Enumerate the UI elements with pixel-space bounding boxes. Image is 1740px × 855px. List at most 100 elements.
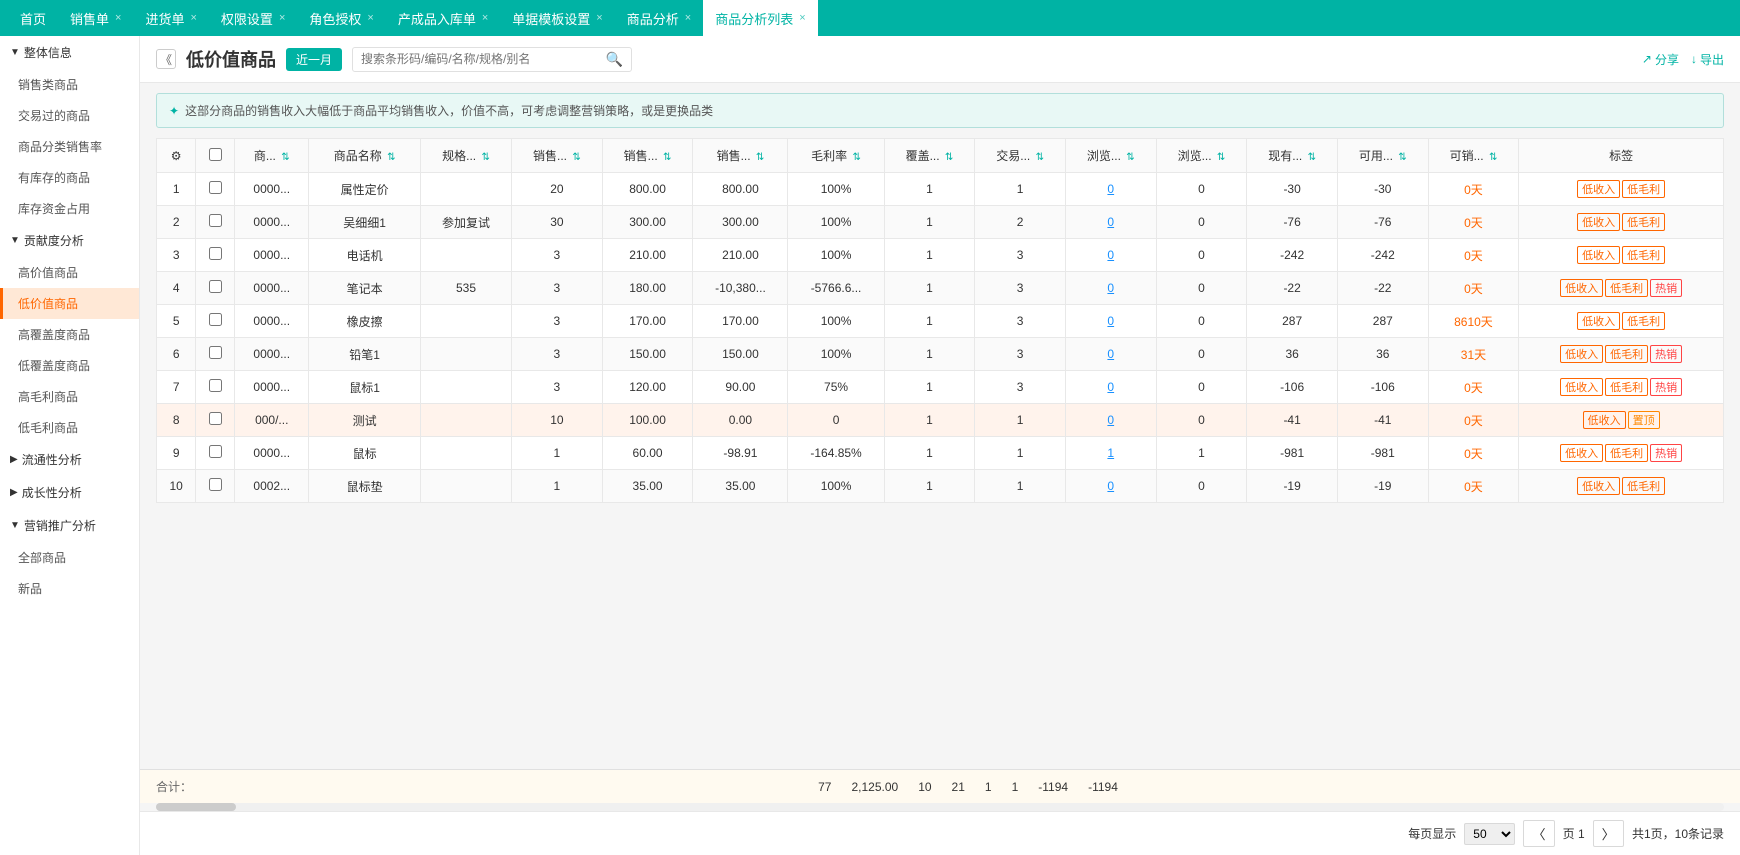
- col-settings[interactable]: ⚙: [157, 139, 196, 173]
- col-sales-amount[interactable]: 销售... ⇅: [693, 139, 788, 173]
- sidebar-section-成长性分析[interactable]: ▶成长性分析: [0, 476, 139, 509]
- col-margin[interactable]: 毛利率 ⇅: [788, 139, 884, 173]
- horizontal-scrollbar[interactable]: [156, 803, 1724, 811]
- view1-link[interactable]: 0: [1107, 314, 1114, 328]
- row-view1[interactable]: 0: [1065, 173, 1156, 206]
- nav-item-首页[interactable]: 首页: [8, 0, 58, 36]
- row-select-checkbox[interactable]: [209, 214, 222, 227]
- view1-link[interactable]: 0: [1107, 248, 1114, 262]
- row-select-checkbox[interactable]: [209, 346, 222, 359]
- col-sellable[interactable]: 可销... ⇅: [1428, 139, 1519, 173]
- row-select-checkbox[interactable]: [209, 379, 222, 392]
- sidebar-item-全部商品[interactable]: 全部商品: [0, 542, 139, 573]
- nav-item-商品分析[interactable]: 商品分析×: [615, 0, 703, 36]
- col-current[interactable]: 现有... ⇅: [1247, 139, 1338, 173]
- nav-item-销售单[interactable]: 销售单×: [58, 0, 133, 36]
- nav-close-icon[interactable]: ×: [115, 12, 121, 24]
- row-select-checkbox[interactable]: [209, 313, 222, 326]
- scrollbar-thumb[interactable]: [156, 803, 236, 811]
- nav-item-进货单[interactable]: 进货单×: [133, 0, 208, 36]
- nav-close-icon[interactable]: ×: [799, 12, 805, 24]
- col-spec[interactable]: 规格... ⇅: [420, 139, 511, 173]
- nav-close-icon[interactable]: ×: [279, 12, 285, 24]
- row-checkbox[interactable]: [196, 470, 235, 503]
- sidebar-item-低毛利商品[interactable]: 低毛利商品: [0, 412, 139, 443]
- sidebar-item-低价值商品[interactable]: 低价值商品: [0, 288, 139, 319]
- col-trade[interactable]: 交易... ⇅: [975, 139, 1066, 173]
- prev-page-button[interactable]: 〈: [1523, 820, 1554, 847]
- sidebar-item-有库存的商品[interactable]: 有库存的商品: [0, 162, 139, 193]
- nav-close-icon[interactable]: ×: [367, 12, 373, 24]
- view1-link[interactable]: 0: [1107, 413, 1114, 427]
- view1-link[interactable]: 1: [1107, 446, 1114, 460]
- sidebar-section-营销推广分析[interactable]: ▼营销推广分析: [0, 509, 139, 542]
- nav-close-icon[interactable]: ×: [685, 12, 691, 24]
- view1-link[interactable]: 0: [1107, 380, 1114, 394]
- row-view1[interactable]: 1: [1065, 437, 1156, 470]
- sidebar-section-整体信息[interactable]: ▼整体信息: [0, 36, 139, 69]
- nav-item-角色授权[interactable]: 角色授权×: [297, 0, 385, 36]
- nav-item-权限设置[interactable]: 权限设置×: [209, 0, 297, 36]
- row-view1[interactable]: 0: [1065, 305, 1156, 338]
- nav-item-产成品入库单[interactable]: 产成品入库单×: [386, 0, 500, 36]
- nav-close-icon[interactable]: ×: [190, 12, 196, 24]
- collapse-button[interactable]: 《: [156, 49, 176, 69]
- sidebar-item-商品分类销售率[interactable]: 商品分类销售率: [0, 131, 139, 162]
- sidebar-section-贡献度分析[interactable]: ▼贡献度分析: [0, 224, 139, 257]
- col-coverage[interactable]: 覆盖... ⇅: [884, 139, 975, 173]
- row-checkbox[interactable]: [196, 404, 235, 437]
- row-checkbox[interactable]: [196, 371, 235, 404]
- export-button[interactable]: ↓ 导出: [1691, 51, 1724, 68]
- row-view1[interactable]: 0: [1065, 470, 1156, 503]
- row-checkbox[interactable]: [196, 206, 235, 239]
- row-view1[interactable]: 0: [1065, 404, 1156, 437]
- row-checkbox[interactable]: [196, 272, 235, 305]
- col-sales-price[interactable]: 销售... ⇅: [602, 139, 693, 173]
- row-checkbox[interactable]: [196, 305, 235, 338]
- nav-close-icon[interactable]: ×: [482, 12, 488, 24]
- col-view1[interactable]: 浏览... ⇅: [1065, 139, 1156, 173]
- per-page-select[interactable]: 50 100: [1464, 823, 1515, 845]
- date-filter-button[interactable]: 近一月: [286, 48, 342, 71]
- sidebar-section-流通性分析[interactable]: ▶流通性分析: [0, 443, 139, 476]
- search-input[interactable]: [361, 52, 606, 66]
- row-checkbox[interactable]: [196, 173, 235, 206]
- view1-link[interactable]: 0: [1107, 347, 1114, 361]
- sidebar-item-交易过的商品[interactable]: 交易过的商品: [0, 100, 139, 131]
- sidebar-item-高价值商品[interactable]: 高价值商品: [0, 257, 139, 288]
- sidebar-item-销售类商品[interactable]: 销售类商品: [0, 69, 139, 100]
- view1-link[interactable]: 0: [1107, 215, 1114, 229]
- next-page-button[interactable]: 〉: [1593, 820, 1624, 847]
- sidebar-item-高毛利商品[interactable]: 高毛利商品: [0, 381, 139, 412]
- col-name[interactable]: 商品名称 ⇅: [309, 139, 421, 173]
- nav-item-单据模板设置[interactable]: 单据模板设置×: [500, 0, 614, 36]
- view1-link[interactable]: 0: [1107, 479, 1114, 493]
- row-view1[interactable]: 0: [1065, 272, 1156, 305]
- row-select-checkbox[interactable]: [209, 445, 222, 458]
- row-select-checkbox[interactable]: [209, 412, 222, 425]
- nav-item-商品分析列表[interactable]: 商品分析列表×: [703, 0, 817, 36]
- sidebar-item-新品[interactable]: 新品: [0, 573, 139, 604]
- row-checkbox[interactable]: [196, 338, 235, 371]
- row-select-checkbox[interactable]: [209, 247, 222, 260]
- row-view1[interactable]: 0: [1065, 239, 1156, 272]
- row-view1[interactable]: 0: [1065, 338, 1156, 371]
- nav-close-icon[interactable]: ×: [596, 12, 602, 24]
- row-select-checkbox[interactable]: [209, 280, 222, 293]
- row-checkbox[interactable]: [196, 437, 235, 470]
- view1-link[interactable]: 0: [1107, 281, 1114, 295]
- row-view1[interactable]: 0: [1065, 206, 1156, 239]
- search-icon[interactable]: 🔍: [606, 51, 623, 68]
- col-code[interactable]: 商... ⇅: [235, 139, 309, 173]
- sidebar-item-低覆盖度商品[interactable]: 低覆盖度商品: [0, 350, 139, 381]
- sidebar-item-库存资金占用[interactable]: 库存资金占用: [0, 193, 139, 224]
- col-available[interactable]: 可用... ⇅: [1337, 139, 1428, 173]
- share-button[interactable]: ↗ 分享: [1642, 51, 1679, 68]
- view1-link[interactable]: 0: [1107, 182, 1114, 196]
- sidebar-item-高覆盖度商品[interactable]: 高覆盖度商品: [0, 319, 139, 350]
- col-view2[interactable]: 浏览... ⇅: [1156, 139, 1247, 173]
- row-checkbox[interactable]: [196, 239, 235, 272]
- col-sales-qty[interactable]: 销售... ⇅: [512, 139, 603, 173]
- row-view1[interactable]: 0: [1065, 371, 1156, 404]
- row-select-checkbox[interactable]: [209, 478, 222, 491]
